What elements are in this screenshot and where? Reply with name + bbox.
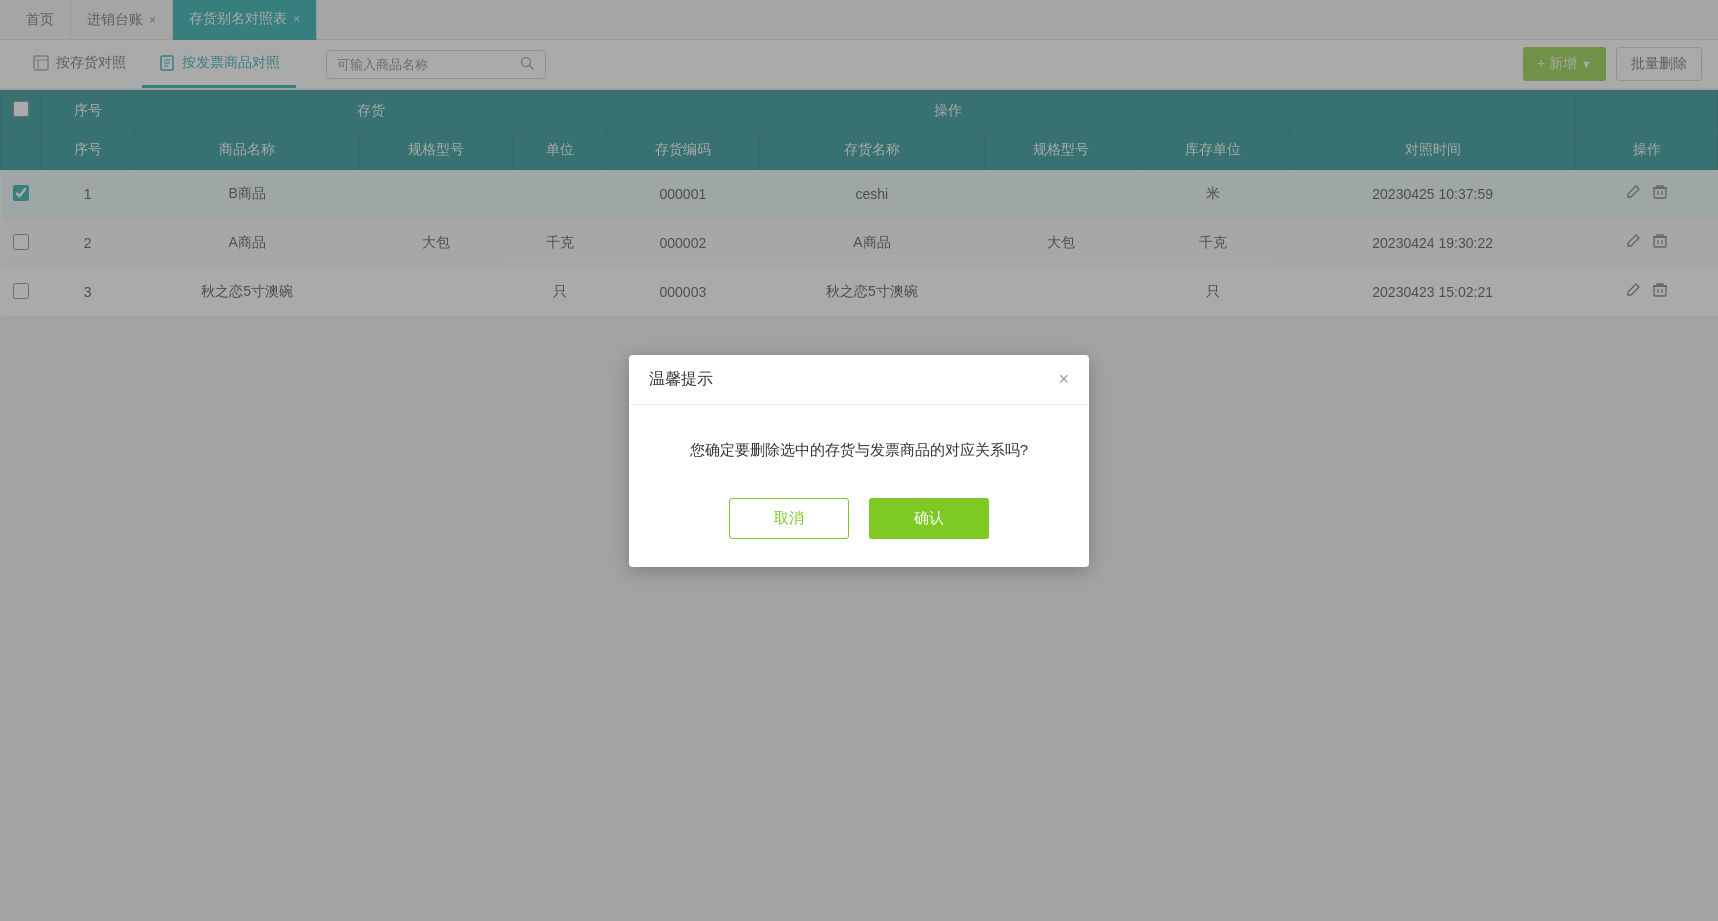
- overlay: 温馨提示 × 您确定要删除选中的存货与发票商品的对应关系吗? 取消 确认: [0, 0, 1718, 317]
